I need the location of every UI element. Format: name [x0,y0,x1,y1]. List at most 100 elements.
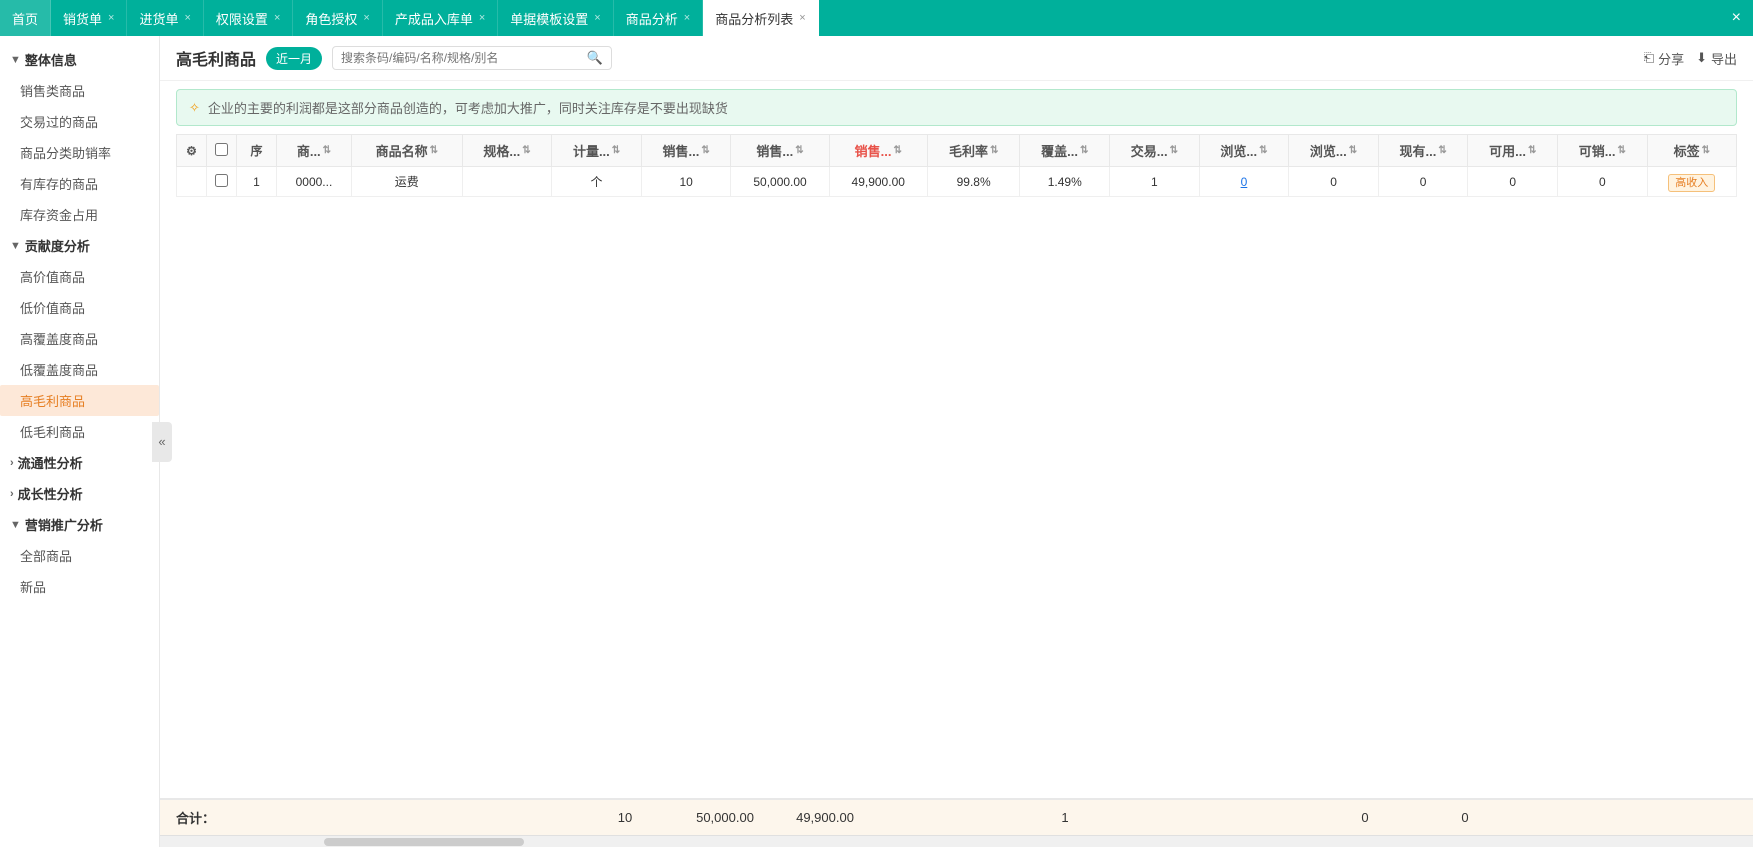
export-button[interactable]: ⬇ 导出 [1696,49,1737,68]
sidebar-group-marketing[interactable]: ▼ 营销推广分析 [0,509,159,540]
close-tab-sales[interactable]: × [108,12,114,24]
nav-tab-purchase[interactable]: 进货单 × [127,0,203,36]
col-header-gross-margin[interactable]: 毛利率 ⇅ [927,135,1020,167]
search-input[interactable] [341,51,587,65]
sort-profit-icon: ⇅ [893,145,901,156]
sort-transaction-icon: ⇅ [1170,145,1178,156]
cell-view1[interactable]: 0 [1199,167,1289,197]
nav-tab-analytics-list[interactable]: 商品分析列表 × [703,0,818,36]
cell-sales-profit: 49,900.00 [829,167,927,197]
search-icon[interactable]: 🔍 [587,50,603,66]
cell-current-stock: 0 [1378,167,1468,197]
arrow-marketing: ▼ [10,519,21,531]
select-all-checkbox[interactable] [215,143,228,156]
footer-sales-profit: 49,900.00 [785,810,865,825]
arrow-contribution: ▼ [10,240,21,252]
col-header-current-stock[interactable]: 现有... ⇅ [1378,135,1468,167]
close-tab-purchase[interactable]: × [184,12,190,24]
table-container: ⚙ 序 商... ⇅ 商品名称 [160,134,1753,798]
col-header-view2[interactable]: 浏览... ⇅ [1289,135,1379,167]
sidebar-item-high-coverage[interactable]: 高覆盖度商品 [0,323,159,354]
sidebar-item-low-margin[interactable]: 低毛利商品 [0,416,159,447]
close-tab-analytics-list[interactable]: × [799,12,805,24]
horizontal-scrollbar[interactable] [160,835,1753,847]
sort-sellable-icon: ⇅ [1618,145,1626,156]
col-header-view1[interactable]: 浏览... ⇅ [1199,135,1289,167]
filter-month-button[interactable]: 近一月 [266,47,322,70]
cell-check[interactable] [207,167,237,197]
cell-gross-margin: 99.8% [927,167,1020,197]
sidebar-item-in-stock[interactable]: 有库存的商品 [0,168,159,199]
nav-tab-permissions[interactable]: 权限设置 × [204,0,293,36]
nav-tab-analytics[interactable]: 商品分析 × [614,0,703,36]
nav-tab-template[interactable]: 单据模板设置 × [498,0,613,36]
sidebar-item-low-value[interactable]: 低价值商品 [0,292,159,323]
sidebar-item-low-coverage[interactable]: 低覆盖度商品 [0,354,159,385]
scroll-thumb[interactable] [324,838,524,846]
col-header-check[interactable] [207,135,237,167]
sidebar-item-stock-capital[interactable]: 库存资金占用 [0,199,159,230]
col-header-settings[interactable]: ⚙ [177,135,207,167]
data-table: ⚙ 序 商... ⇅ 商品名称 [176,134,1737,197]
close-tab-permissions[interactable]: × [274,12,280,24]
nav-tab-roles[interactable]: 角色授权 × [293,0,382,36]
sidebar-item-category-rate[interactable]: 商品分类助销率 [0,137,159,168]
footer-label: 合计： [176,808,215,827]
cell-sales-qty: 10 [641,167,731,197]
main-layout: ▼ 整体信息 销售类商品 交易过的商品 商品分类助销率 有库存的商品 库存资金占… [0,36,1753,847]
nav-tab-sales[interactable]: 销货单 × [51,0,127,36]
close-tab-product-inbound[interactable]: × [479,12,485,24]
cell-code: 0000... [277,167,352,197]
col-header-sellable[interactable]: 可销... ⇅ [1558,135,1648,167]
sidebar-collapse-button[interactable]: « [152,422,172,462]
row-checkbox[interactable] [215,174,228,187]
close-tab-analytics[interactable]: × [684,12,690,24]
sidebar-item-all-goods[interactable]: 全部商品 [0,540,159,571]
col-header-sales-profit[interactable]: 销售... ⇅ [829,135,927,167]
sidebar-group-growth[interactable]: › 成长性分析 [0,478,159,509]
share-icon: ⎗ [1644,50,1654,66]
col-header-transaction[interactable]: 交易... ⇅ [1110,135,1200,167]
nav-tab-home[interactable]: 首页 [0,0,51,36]
cell-settings [177,167,207,197]
footer-transaction: 1 [1025,810,1105,825]
top-navigation: 首页 销货单 × 进货单 × 权限设置 × 角色授权 × 产成品入库单 × 单据… [0,0,1753,36]
sort-margin-icon: ⇅ [990,145,998,156]
col-header-seq: 序 [237,135,277,167]
col-header-sales-qty[interactable]: 销售... ⇅ [641,135,731,167]
cell-coverage: 1.49% [1020,167,1110,197]
close-tab-template[interactable]: × [594,12,600,24]
cell-sellable: 0 [1558,167,1648,197]
sidebar-item-high-margin[interactable]: 高毛利商品 [0,385,159,416]
cell-unit: 个 [552,167,642,197]
arrow-flow: › [10,457,14,469]
sidebar-group-contribution[interactable]: ▼ 贡献度分析 [0,230,159,261]
cell-transaction: 1 [1110,167,1200,197]
col-header-sales-amt[interactable]: 销售... ⇅ [731,135,829,167]
footer-sales-qty: 10 [585,810,665,825]
cell-spec [462,167,552,197]
col-header-available[interactable]: 可用... ⇅ [1468,135,1558,167]
tag-badge: 高收入 [1668,174,1715,192]
col-header-tag[interactable]: 标签 ⇅ [1647,135,1736,167]
cell-name: 运费 [351,167,462,197]
close-all-tabs[interactable]: × [1720,9,1753,27]
table-header-row: ⚙ 序 商... ⇅ 商品名称 [177,135,1737,167]
col-header-spec[interactable]: 规格... ⇅ [462,135,552,167]
col-header-code[interactable]: 商... ⇅ [277,135,352,167]
cell-view2: 0 [1289,167,1379,197]
col-header-unit[interactable]: 计量... ⇅ [552,135,642,167]
sidebar-item-high-value[interactable]: 高价值商品 [0,261,159,292]
nav-tab-product-inbound[interactable]: 产成品入库单 × [383,0,498,36]
sidebar-item-new-goods[interactable]: 新品 [0,571,159,602]
sidebar-group-flow[interactable]: › 流通性分析 [0,447,159,478]
sidebar-group-overall[interactable]: ▼ 整体信息 [0,44,159,75]
sidebar-item-traded-goods[interactable]: 交易过的商品 [0,106,159,137]
sort-amt-icon: ⇅ [795,145,803,156]
col-header-name[interactable]: 商品名称 ⇅ [351,135,462,167]
close-tab-roles[interactable]: × [363,12,369,24]
share-button[interactable]: ⎗ 分享 [1644,49,1684,68]
sidebar-item-sales-goods[interactable]: 销售类商品 [0,75,159,106]
table-footer: 合计： 10 50,000.00 49,900.00 1 0 0 [160,798,1753,835]
col-header-coverage[interactable]: 覆盖... ⇅ [1020,135,1110,167]
